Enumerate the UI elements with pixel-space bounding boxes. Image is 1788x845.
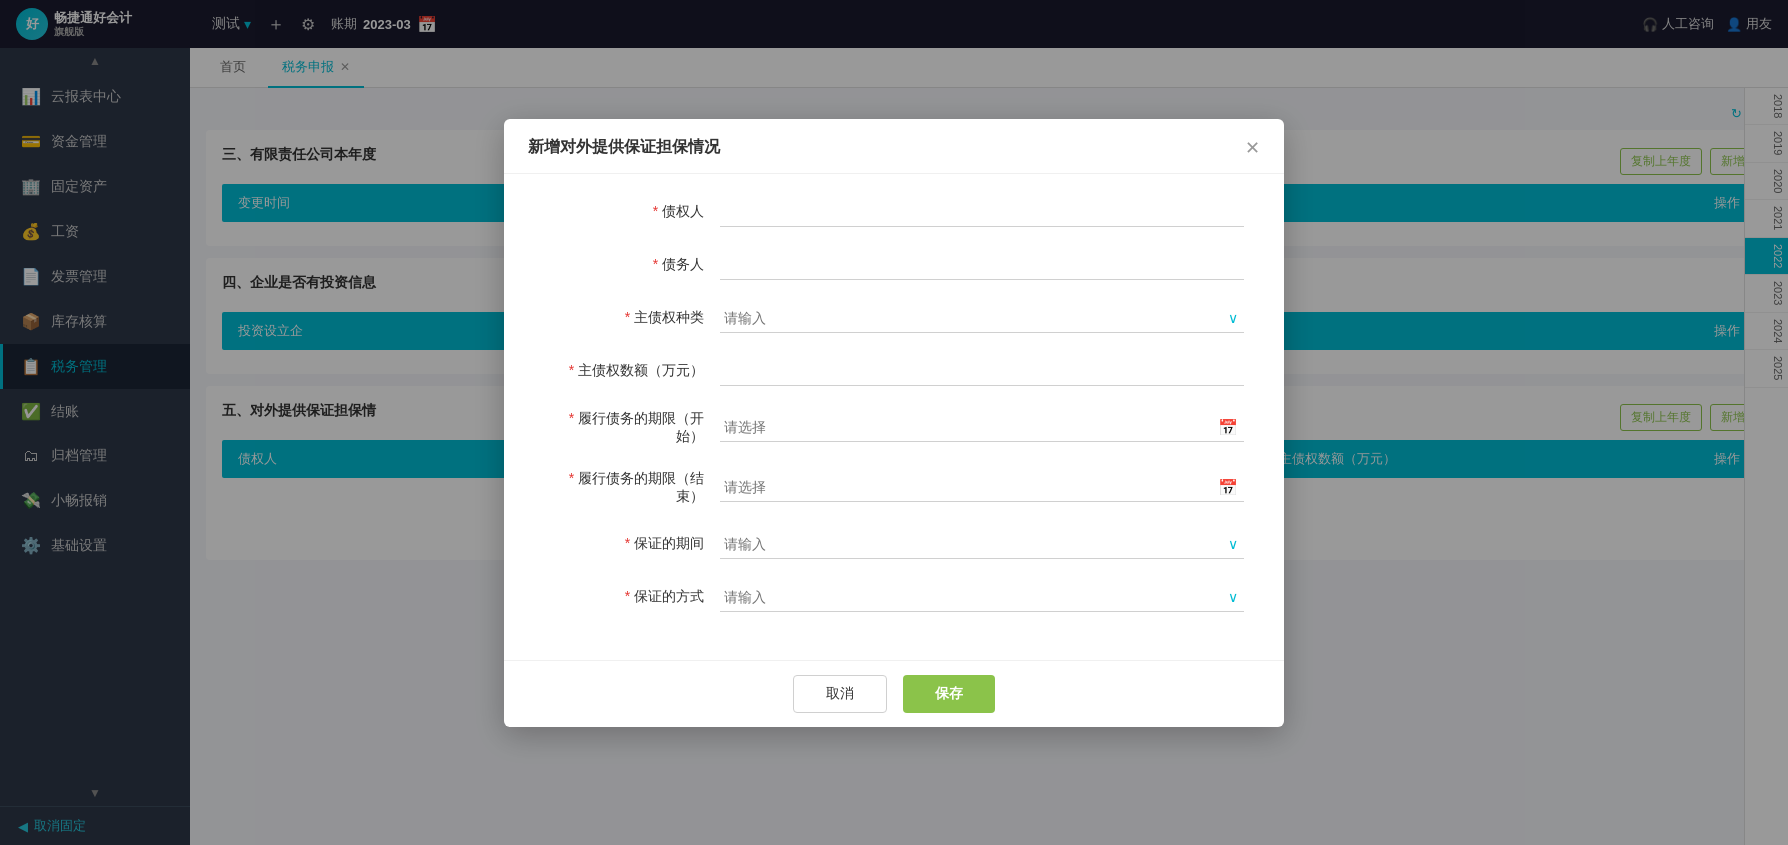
period-end-wrap: 📅 <box>720 473 1244 502</box>
debtor-label: * 债务人 <box>544 256 704 274</box>
dialog-title: 新增对外提供保证担保情况 <box>528 137 720 158</box>
debt-amount-input[interactable] <box>720 357 1244 386</box>
save-button[interactable]: 保存 <box>903 675 995 713</box>
add-guarantee-dialog: 新增对外提供保证担保情况 ✕ * 债权人 * 债务人 <box>504 119 1284 727</box>
debt-type-label: * 主债权种类 <box>544 309 704 327</box>
guarantee-period-label: * 保证的期间 <box>544 535 704 553</box>
debt-type-row: * 主债权种类 ∨ <box>544 304 1244 333</box>
guarantee-period-row: * 保证的期间 ∨ <box>544 530 1244 559</box>
guarantee-method-label: * 保证的方式 <box>544 588 704 606</box>
period-start-wrap: 📅 <box>720 413 1244 442</box>
guarantee-method-row: * 保证的方式 ∨ <box>544 583 1244 612</box>
debt-amount-label: * 主债权数额（万元） <box>544 362 704 380</box>
creditor-row: * 债权人 <box>544 198 1244 227</box>
debt-type-input[interactable] <box>720 304 1244 333</box>
period-end-input[interactable] <box>720 473 1244 502</box>
guarantee-method-input[interactable] <box>720 583 1244 612</box>
creditor-input[interactable] <box>720 198 1244 227</box>
guarantee-method-select-wrap: ∨ <box>720 583 1244 612</box>
period-end-label: * 履行债务的期限（结束） <box>544 470 704 506</box>
debtor-input[interactable] <box>720 251 1244 280</box>
dialog-footer: 取消 保存 <box>504 660 1284 727</box>
modal-overlay: 新增对外提供保证担保情况 ✕ * 债权人 * 债务人 <box>0 0 1788 845</box>
debt-amount-row: * 主债权数额（万元） <box>544 357 1244 386</box>
dialog-close-button[interactable]: ✕ <box>1245 137 1260 159</box>
period-start-input[interactable] <box>720 413 1244 442</box>
period-end-row: * 履行债务的期限（结束） 📅 <box>544 470 1244 506</box>
period-start-label: * 履行债务的期限（开始） <box>544 410 704 446</box>
creditor-label: * 债权人 <box>544 203 704 221</box>
debt-type-select-wrap: ∨ <box>720 304 1244 333</box>
period-start-row: * 履行债务的期限（开始） 📅 <box>544 410 1244 446</box>
debtor-row: * 债务人 <box>544 251 1244 280</box>
dialog-header: 新增对外提供保证担保情况 ✕ <box>504 119 1284 174</box>
guarantee-period-input[interactable] <box>720 530 1244 559</box>
guarantee-period-select-wrap: ∨ <box>720 530 1244 559</box>
cancel-button[interactable]: 取消 <box>793 675 887 713</box>
dialog-body: * 债权人 * 债务人 * 主债权种类 <box>504 174 1284 660</box>
